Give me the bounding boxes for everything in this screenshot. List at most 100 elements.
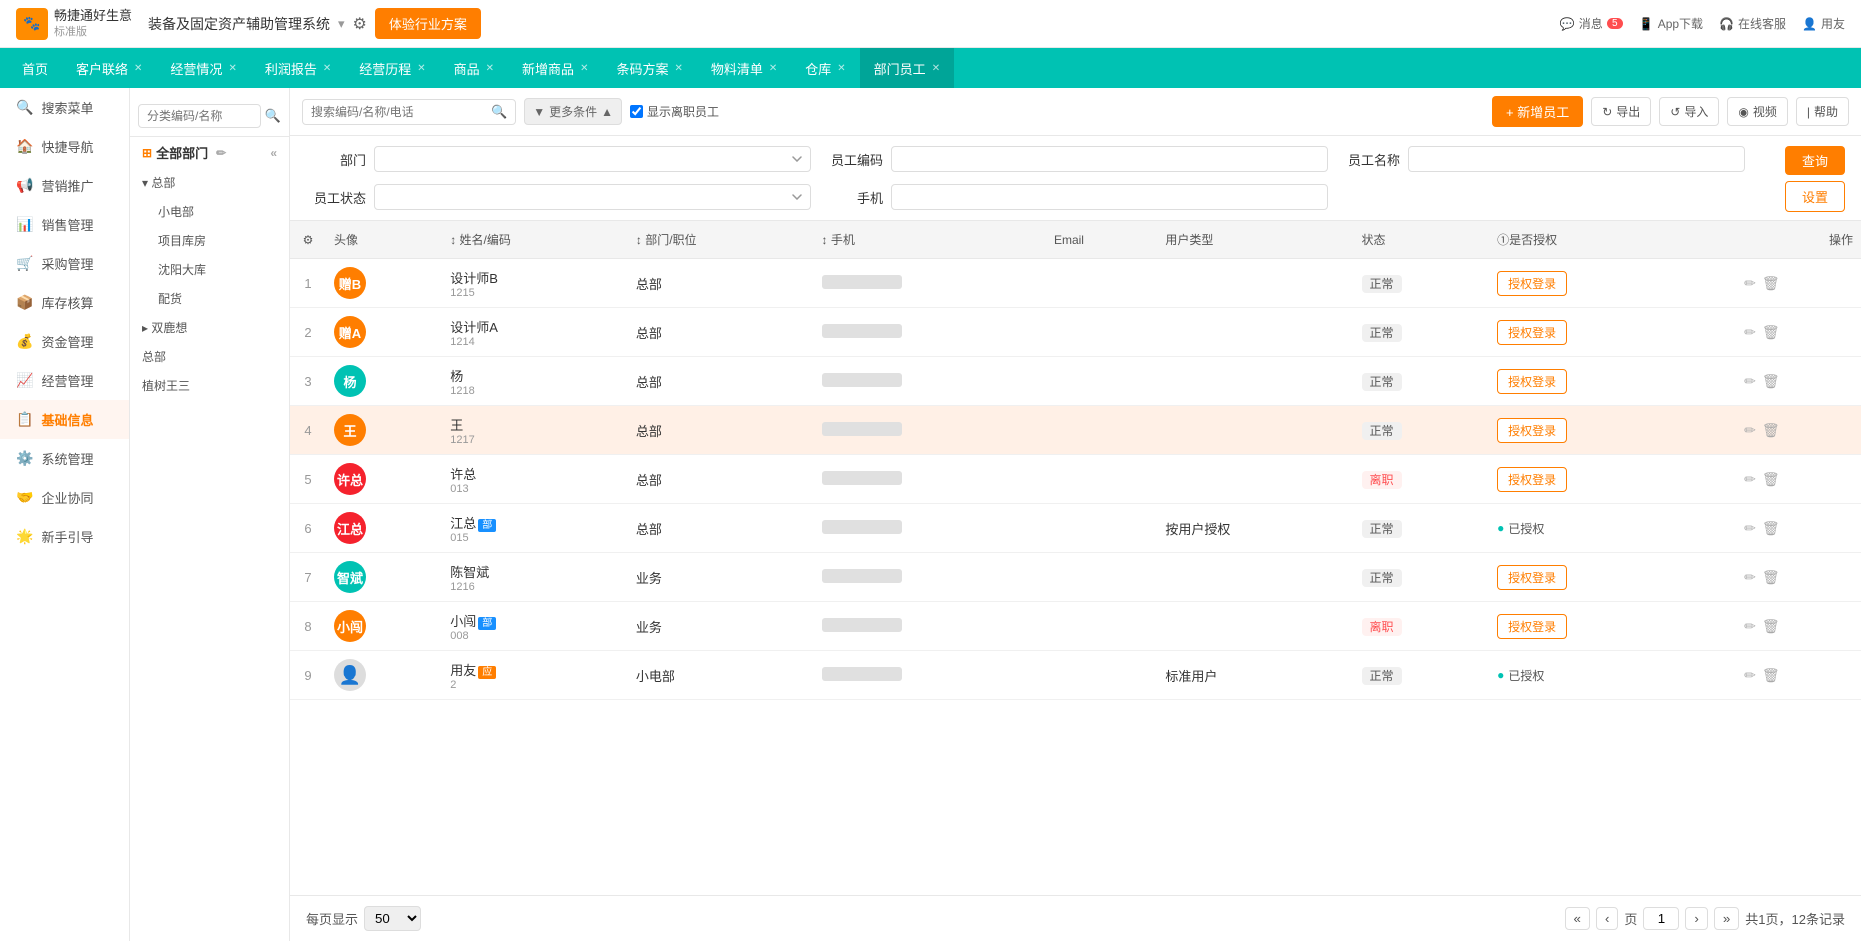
- auth-button[interactable]: 授权登录: [1497, 467, 1567, 492]
- dept-item-shuanglu[interactable]: ▸ 双鹿想: [130, 313, 289, 342]
- tab-profit-close[interactable]: ✕: [323, 63, 331, 74]
- reset-button[interactable]: 设置: [1785, 181, 1845, 212]
- view-button[interactable]: ◉ 视频: [1727, 97, 1788, 126]
- auth-button[interactable]: 授权登录: [1497, 614, 1567, 639]
- auth-button[interactable]: 授权登录: [1497, 369, 1567, 394]
- show-resigned-checkbox[interactable]: [630, 105, 643, 118]
- delete-button[interactable]: 🗑: [1762, 471, 1780, 488]
- filter-phone-input[interactable]: [891, 184, 1328, 210]
- tab-warehouse[interactable]: 仓库✕: [791, 48, 859, 88]
- edit-button[interactable]: ✏: [1744, 422, 1756, 439]
- auth-button[interactable]: 授权登录: [1497, 320, 1567, 345]
- sidebar-item-stock[interactable]: 📦 库存核算: [0, 283, 129, 322]
- edit-button[interactable]: ✏: [1744, 618, 1756, 635]
- sidebar-item-basic[interactable]: 📋 基础信息: [0, 400, 129, 439]
- col-dept[interactable]: ↕ 部门/职位: [628, 221, 814, 259]
- dept-item-shenyang[interactable]: 沈阳大库: [130, 255, 289, 284]
- sidebar-item-collab[interactable]: 🤝 企业协同: [0, 478, 129, 517]
- tab-customer-close[interactable]: ✕: [134, 63, 142, 74]
- first-page-button[interactable]: «: [1565, 907, 1590, 930]
- add-employee-button[interactable]: + 新增员工: [1492, 96, 1583, 127]
- delete-button[interactable]: 🗑: [1762, 667, 1780, 684]
- search-icon[interactable]: 🔍: [491, 104, 507, 120]
- tab-barcode-close[interactable]: ✕: [674, 63, 682, 74]
- filter-empcode-input[interactable]: [891, 146, 1328, 172]
- last-page-button[interactable]: »: [1714, 907, 1739, 930]
- app-download-action[interactable]: 📱 App下载: [1639, 15, 1703, 32]
- delete-button[interactable]: 🗑: [1762, 520, 1780, 537]
- delete-button[interactable]: 🗑: [1762, 618, 1780, 635]
- tab-operation[interactable]: 经营情况✕: [156, 48, 250, 88]
- tab-dept-employee[interactable]: 部门员工✕: [860, 48, 954, 88]
- user-action[interactable]: 👤 用友: [1802, 15, 1845, 32]
- edit-button[interactable]: ✏: [1744, 667, 1756, 684]
- import-button[interactable]: ↺ 导入: [1659, 97, 1719, 126]
- per-page-select[interactable]: 50 100: [364, 906, 421, 931]
- sidebar-item-sales[interactable]: 📊 销售管理: [0, 205, 129, 244]
- settings-icon[interactable]: ⚙: [353, 14, 367, 34]
- tab-customer[interactable]: 客户联络✕: [62, 48, 156, 88]
- sidebar-item-nav[interactable]: 🏠 快捷导航: [0, 127, 129, 166]
- sidebar-item-finance[interactable]: 💰 资金管理: [0, 322, 129, 361]
- filter-empname-input[interactable]: [1408, 146, 1745, 172]
- delete-button[interactable]: 🗑: [1762, 373, 1780, 390]
- tab-history[interactable]: 经营历程✕: [345, 48, 439, 88]
- tab-dept-employee-close[interactable]: ✕: [932, 63, 940, 74]
- online-service-action[interactable]: 🎧 在线客服: [1719, 15, 1786, 32]
- edit-button[interactable]: ✏: [1744, 569, 1756, 586]
- filter-empstatus-select[interactable]: [374, 184, 811, 210]
- delete-button[interactable]: 🗑: [1762, 422, 1780, 439]
- message-action[interactable]: 💬 消息 5: [1560, 15, 1623, 32]
- sidebar-item-mgmt[interactable]: 📈 经营管理: [0, 361, 129, 400]
- tab-goods-close[interactable]: ✕: [486, 63, 494, 74]
- dept-item-zhishu[interactable]: 植树王三: [130, 371, 289, 400]
- delete-button[interactable]: 🗑: [1762, 569, 1780, 586]
- dept-item-peihuo[interactable]: 配货: [130, 284, 289, 313]
- dept-item-zongbu[interactable]: ▾ 总部: [130, 168, 289, 197]
- sidebar-item-guide[interactable]: 🌟 新手引导: [0, 517, 129, 556]
- sidebar-item-system[interactable]: ⚙️ 系统管理: [0, 439, 129, 478]
- tab-goods[interactable]: 商品✕: [440, 48, 508, 88]
- auth-button[interactable]: 授权登录: [1497, 418, 1567, 443]
- tab-bom[interactable]: 物料清单✕: [697, 48, 791, 88]
- edit-button[interactable]: ✏: [1744, 275, 1756, 292]
- col-phone[interactable]: ↕ 手机: [814, 221, 1046, 259]
- dept-item-xiangmu[interactable]: 项目库房: [130, 226, 289, 255]
- tab-bom-close[interactable]: ✕: [769, 63, 777, 74]
- dept-all-header[interactable]: ⊞ 全部部门 ✏ «: [130, 137, 289, 168]
- tab-home[interactable]: 首页: [8, 48, 62, 88]
- edit-button[interactable]: ✏: [1744, 471, 1756, 488]
- edit-button[interactable]: ✏: [1744, 373, 1756, 390]
- auth-button[interactable]: 授权登录: [1497, 271, 1567, 296]
- auth-button[interactable]: 授权登录: [1497, 565, 1567, 590]
- sidebar-item-search[interactable]: 🔍 搜索菜单: [0, 88, 129, 127]
- trial-button[interactable]: 体验行业方案: [375, 8, 481, 39]
- tab-profit[interactable]: 利润报告✕: [251, 48, 345, 88]
- tab-operation-close[interactable]: ✕: [228, 63, 236, 74]
- col-name[interactable]: ↕ 姓名/编码: [442, 221, 628, 259]
- sidebar-item-marketing[interactable]: 📢 营销推广: [0, 166, 129, 205]
- delete-button[interactable]: 🗑: [1762, 324, 1780, 341]
- export-button[interactable]: ↻ 导出: [1591, 97, 1651, 126]
- tab-barcode[interactable]: 条码方案✕: [602, 48, 696, 88]
- dropdown-icon[interactable]: ▾: [338, 16, 345, 32]
- edit-button[interactable]: ✏: [1744, 520, 1756, 537]
- delete-button[interactable]: 🗑: [1762, 275, 1780, 292]
- prev-page-button[interactable]: ‹: [1596, 907, 1618, 930]
- dept-item-zongbu2[interactable]: 总部: [130, 342, 289, 371]
- sidebar-item-purchase[interactable]: 🛒 采购管理: [0, 244, 129, 283]
- tab-new-goods[interactable]: 新增商品✕: [508, 48, 602, 88]
- dept-search-icon[interactable]: 🔍: [265, 108, 281, 124]
- show-resigned-label[interactable]: 显示离职员工: [630, 103, 719, 120]
- tab-warehouse-close[interactable]: ✕: [837, 63, 845, 74]
- edit-dept-icon[interactable]: ✏: [216, 146, 226, 160]
- more-filter-button[interactable]: ▼ 更多条件 ▲: [524, 98, 622, 125]
- filter-dept-select[interactable]: [374, 146, 811, 172]
- edit-button[interactable]: ✏: [1744, 324, 1756, 341]
- page-number-input[interactable]: [1643, 907, 1679, 930]
- help-button[interactable]: | 帮助: [1796, 97, 1849, 126]
- search-input[interactable]: [311, 105, 491, 119]
- dept-search-input[interactable]: [138, 104, 261, 128]
- dept-item-xiaodian[interactable]: 小电部: [130, 197, 289, 226]
- col-settings[interactable]: ⚙: [290, 221, 326, 259]
